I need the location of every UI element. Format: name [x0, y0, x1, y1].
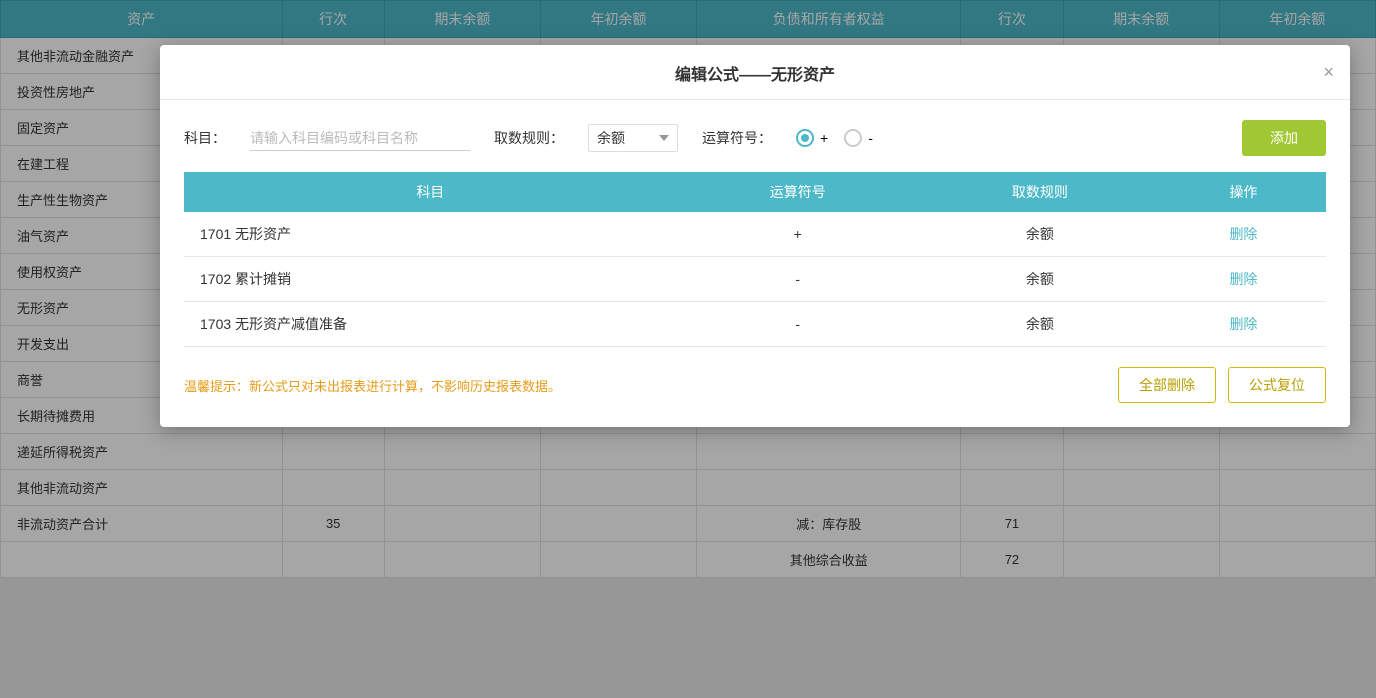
radio-plus-indicator [796, 129, 814, 147]
formula-row: 1703 无形资产减值准备 - 余额 删除 [184, 302, 1326, 347]
footer-buttons: 全部删除 公式复位 [1118, 367, 1326, 403]
formula-action: 删除 [1161, 302, 1326, 347]
formula-rule: 余额 [919, 302, 1161, 347]
formula-action: 删除 [1161, 212, 1326, 257]
footer-tip: 温馨提示：新公式只对未出报表进行计算，不影响历史报表数据。 [184, 376, 561, 395]
radio-minus-indicator [844, 129, 862, 147]
delete-row-link[interactable]: 删除 [1229, 316, 1257, 332]
formula-rule: 余额 [919, 257, 1161, 302]
add-button[interactable]: 添加 [1242, 120, 1326, 156]
operator-label: 运算符号： [702, 128, 772, 148]
modal-footer: 温馨提示：新公式只对未出报表进行计算，不影响历史报表数据。 全部删除 公式复位 [160, 347, 1350, 403]
th-subject: 科目 [184, 172, 677, 212]
subject-label: 科目： [184, 128, 226, 148]
th-action: 操作 [1161, 172, 1326, 212]
formula-row: 1702 累计摊销 - 余额 删除 [184, 257, 1326, 302]
delete-row-link[interactable]: 删除 [1229, 271, 1257, 287]
formula-subject: 1702 累计摊销 [184, 257, 677, 302]
formula-subject: 1703 无形资产减值准备 [184, 302, 677, 347]
rule-select[interactable]: 余额 借方 贷方 借方发生额 贷方发生额 [588, 124, 678, 152]
radio-minus-label: - [868, 130, 873, 146]
formula-subject: 1701 无形资产 [184, 212, 677, 257]
formula-row: 1701 无形资产 + 余额 删除 [184, 212, 1326, 257]
rule-label: 取数规则： [494, 128, 564, 148]
operator-radio-group: + - [796, 129, 873, 147]
th-rule: 取数规则 [919, 172, 1161, 212]
reset-formula-button[interactable]: 公式复位 [1228, 367, 1326, 403]
delete-row-link[interactable]: 删除 [1229, 226, 1257, 242]
formula-operator: + [677, 212, 919, 257]
operator-plus-radio[interactable]: + [796, 129, 828, 147]
formula-rule: 余额 [919, 212, 1161, 257]
formula-operator: - [677, 257, 919, 302]
subject-input[interactable] [250, 126, 470, 151]
close-button[interactable]: × [1323, 63, 1334, 81]
edit-formula-modal: 编辑公式——无形资产 × 科目： 取数规则： 余额 借方 贷方 借方发生额 贷方… [160, 45, 1350, 427]
formula-table-wrap: 科目 运算符号 取数规则 操作 1701 无形资产 + 余额 删除 1702 累… [160, 172, 1350, 347]
formula-form: 科目： 取数规则： 余额 借方 贷方 借方发生额 贷方发生额 运算符号： + -… [160, 100, 1350, 172]
operator-minus-radio[interactable]: - [844, 129, 873, 147]
delete-all-button[interactable]: 全部删除 [1118, 367, 1216, 403]
th-operator: 运算符号 [677, 172, 919, 212]
formula-action: 删除 [1161, 257, 1326, 302]
modal-header: 编辑公式——无形资产 × [160, 45, 1350, 100]
formula-operator: - [677, 302, 919, 347]
radio-plus-label: + [820, 130, 828, 146]
formula-table: 科目 运算符号 取数规则 操作 1701 无形资产 + 余额 删除 1702 累… [184, 172, 1326, 347]
modal-title: 编辑公式——无形资产 [675, 67, 835, 84]
